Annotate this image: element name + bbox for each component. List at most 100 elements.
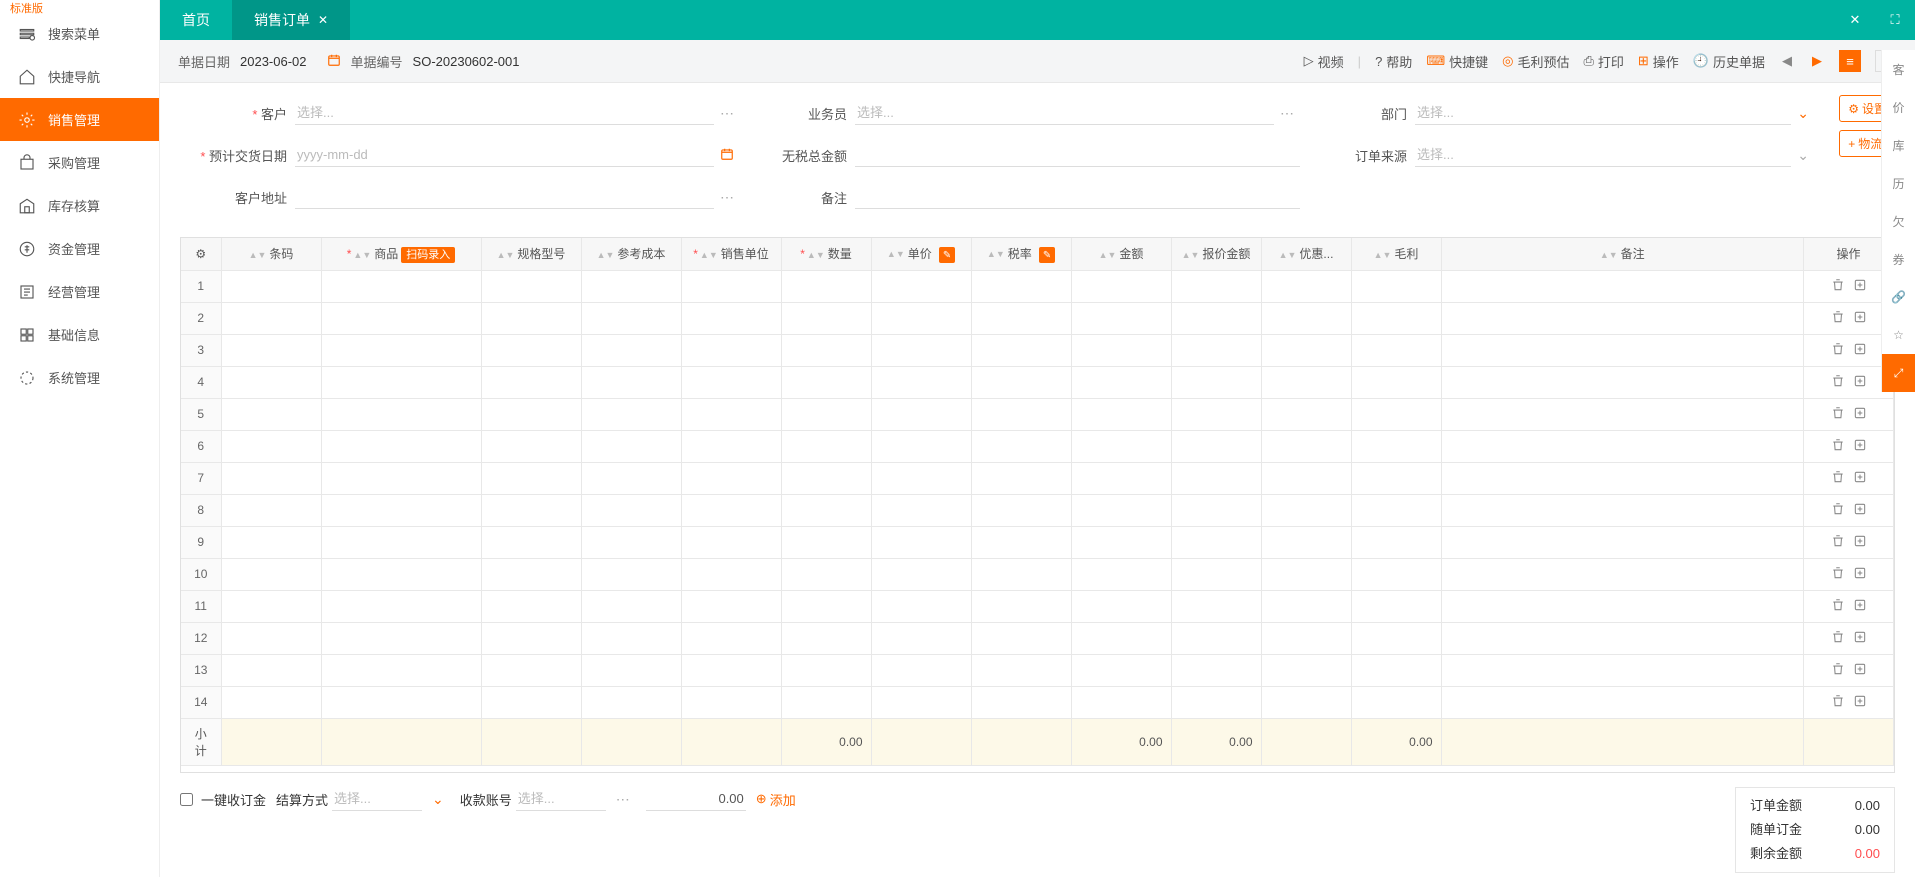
shortcut-link[interactable]: ⌨快捷键: [1426, 52, 1488, 71]
rail-star-icon[interactable]: ☆: [1882, 316, 1915, 354]
add-row-icon[interactable]: [1853, 438, 1867, 455]
calendar-icon[interactable]: [327, 53, 341, 70]
delete-icon[interactable]: [1831, 310, 1845, 327]
col-product[interactable]: ▲▼商品扫码录入: [321, 238, 481, 270]
edit-icon[interactable]: ✎: [1039, 247, 1055, 263]
table-row[interactable]: 4: [181, 366, 1894, 398]
sidebar-item-warehouse[interactable]: 库存核算: [0, 184, 159, 227]
next-icon[interactable]: ▶: [1809, 53, 1825, 69]
delete-icon[interactable]: [1831, 374, 1845, 391]
chevron-down-icon[interactable]: ⌄: [426, 791, 450, 808]
delete-icon[interactable]: [1831, 630, 1845, 647]
history-link[interactable]: 🕘历史单据: [1693, 52, 1765, 71]
sidebar-item-purchase[interactable]: 采购管理: [0, 141, 159, 184]
col-profit[interactable]: ▲▼毛利: [1351, 238, 1441, 270]
add-row-icon[interactable]: [1853, 342, 1867, 359]
salesman-more-icon[interactable]: ⋯: [1274, 105, 1300, 122]
col-qty[interactable]: ▲▼数量: [781, 238, 871, 270]
rail-link-icon[interactable]: 🔗: [1882, 278, 1915, 316]
tab-sales-order[interactable]: 销售订单 ✕: [232, 0, 350, 40]
footer-amount-input[interactable]: [646, 787, 746, 811]
rail-coupon[interactable]: 券: [1882, 240, 1915, 278]
close-icon[interactable]: ✕: [318, 13, 328, 27]
print-link[interactable]: ⎙打印: [1583, 52, 1623, 71]
table-row[interactable]: 8: [181, 494, 1894, 526]
tab-expand-button[interactable]: ⛶: [1875, 12, 1915, 28]
account-input[interactable]: [516, 787, 606, 811]
table-row[interactable]: 2: [181, 302, 1894, 334]
delete-icon[interactable]: [1831, 470, 1845, 487]
table-row[interactable]: 6: [181, 430, 1894, 462]
rail-price[interactable]: 价: [1882, 88, 1915, 126]
salesman-input[interactable]: [855, 101, 1274, 125]
table-row[interactable]: 11: [181, 590, 1894, 622]
col-price[interactable]: ▲▼单价 ✎: [871, 238, 971, 270]
chevron-down-icon[interactable]: ⌄: [1791, 105, 1815, 122]
delete-icon[interactable]: [1831, 278, 1845, 295]
date-value[interactable]: 2023-06-02: [240, 54, 307, 69]
tab-close-button[interactable]: ✕: [1835, 12, 1875, 28]
add-row-icon[interactable]: [1853, 406, 1867, 423]
add-row-icon[interactable]: [1853, 374, 1867, 391]
remark-input[interactable]: [855, 185, 1300, 209]
col-refcost[interactable]: ▲▼参考成本: [581, 238, 681, 270]
account-more-icon[interactable]: ⋯: [610, 791, 636, 808]
col-spec[interactable]: ▲▼规格型号: [481, 238, 581, 270]
address-input[interactable]: [295, 185, 714, 209]
delete-icon[interactable]: [1831, 598, 1845, 615]
delete-icon[interactable]: [1831, 438, 1845, 455]
col-unit[interactable]: ▲▼销售单位: [681, 238, 781, 270]
rail-customer[interactable]: 客: [1882, 50, 1915, 88]
operate-link[interactable]: ⊞操作: [1638, 52, 1679, 71]
add-button[interactable]: ⊕添加: [756, 790, 796, 809]
delete-icon[interactable]: [1831, 342, 1845, 359]
rail-expand-icon[interactable]: ⤢: [1882, 354, 1915, 392]
gear-column[interactable]: ⚙: [181, 238, 221, 270]
col-barcode[interactable]: ▲▼条码: [221, 238, 321, 270]
col-quote[interactable]: ▲▼报价金额: [1171, 238, 1261, 270]
add-row-icon[interactable]: [1853, 694, 1867, 711]
profit-link[interactable]: ◎毛利预估: [1502, 52, 1569, 71]
scan-badge[interactable]: 扫码录入: [401, 247, 455, 263]
chevron-down-icon[interactable]: ⌄: [1791, 147, 1815, 164]
delete-icon[interactable]: [1831, 694, 1845, 711]
oneclick-checkbox[interactable]: [180, 793, 193, 806]
table-row[interactable]: 5: [181, 398, 1894, 430]
oneclick-deposit[interactable]: 一键收订金: [180, 790, 266, 809]
col-tax[interactable]: ▲▼税率 ✎: [971, 238, 1071, 270]
table-row[interactable]: 12: [181, 622, 1894, 654]
add-row-icon[interactable]: [1853, 470, 1867, 487]
notax-amount-input[interactable]: [855, 143, 1300, 167]
delete-icon[interactable]: [1831, 406, 1845, 423]
view-list-button[interactable]: ≡: [1839, 50, 1861, 72]
rail-history[interactable]: 历: [1882, 164, 1915, 202]
sidebar-item-home[interactable]: 快捷导航: [0, 55, 159, 98]
sidebar-item-fund[interactable]: 资金管理: [0, 227, 159, 270]
add-row-icon[interactable]: [1853, 566, 1867, 583]
rail-owe[interactable]: 欠: [1882, 202, 1915, 240]
rail-stock[interactable]: 库: [1882, 126, 1915, 164]
customer-more-icon[interactable]: ⋯: [714, 105, 740, 122]
sidebar-item-business[interactable]: 经营管理: [0, 270, 159, 313]
add-row-icon[interactable]: [1853, 534, 1867, 551]
add-row-icon[interactable]: [1853, 278, 1867, 295]
delivery-date-input[interactable]: [295, 143, 714, 167]
help-link[interactable]: ?帮助: [1375, 52, 1412, 71]
settle-method-input[interactable]: [332, 787, 422, 811]
video-link[interactable]: ▷视频: [1304, 52, 1344, 71]
prev-icon[interactable]: ◀: [1779, 53, 1795, 69]
add-row-icon[interactable]: [1853, 310, 1867, 327]
table-row[interactable]: 7: [181, 462, 1894, 494]
sidebar-item-system[interactable]: 系统管理: [0, 356, 159, 399]
order-source-input[interactable]: [1415, 143, 1791, 167]
add-row-icon[interactable]: [1853, 630, 1867, 647]
gear-icon[interactable]: ⚙: [195, 247, 206, 261]
col-amount[interactable]: ▲▼金额: [1071, 238, 1171, 270]
table-row[interactable]: 13: [181, 654, 1894, 686]
delete-icon[interactable]: [1831, 566, 1845, 583]
table-row[interactable]: 3: [181, 334, 1894, 366]
address-more-icon[interactable]: ⋯: [714, 189, 740, 206]
table-row[interactable]: 14: [181, 686, 1894, 718]
edit-icon[interactable]: ✎: [939, 247, 955, 263]
delete-icon[interactable]: [1831, 534, 1845, 551]
